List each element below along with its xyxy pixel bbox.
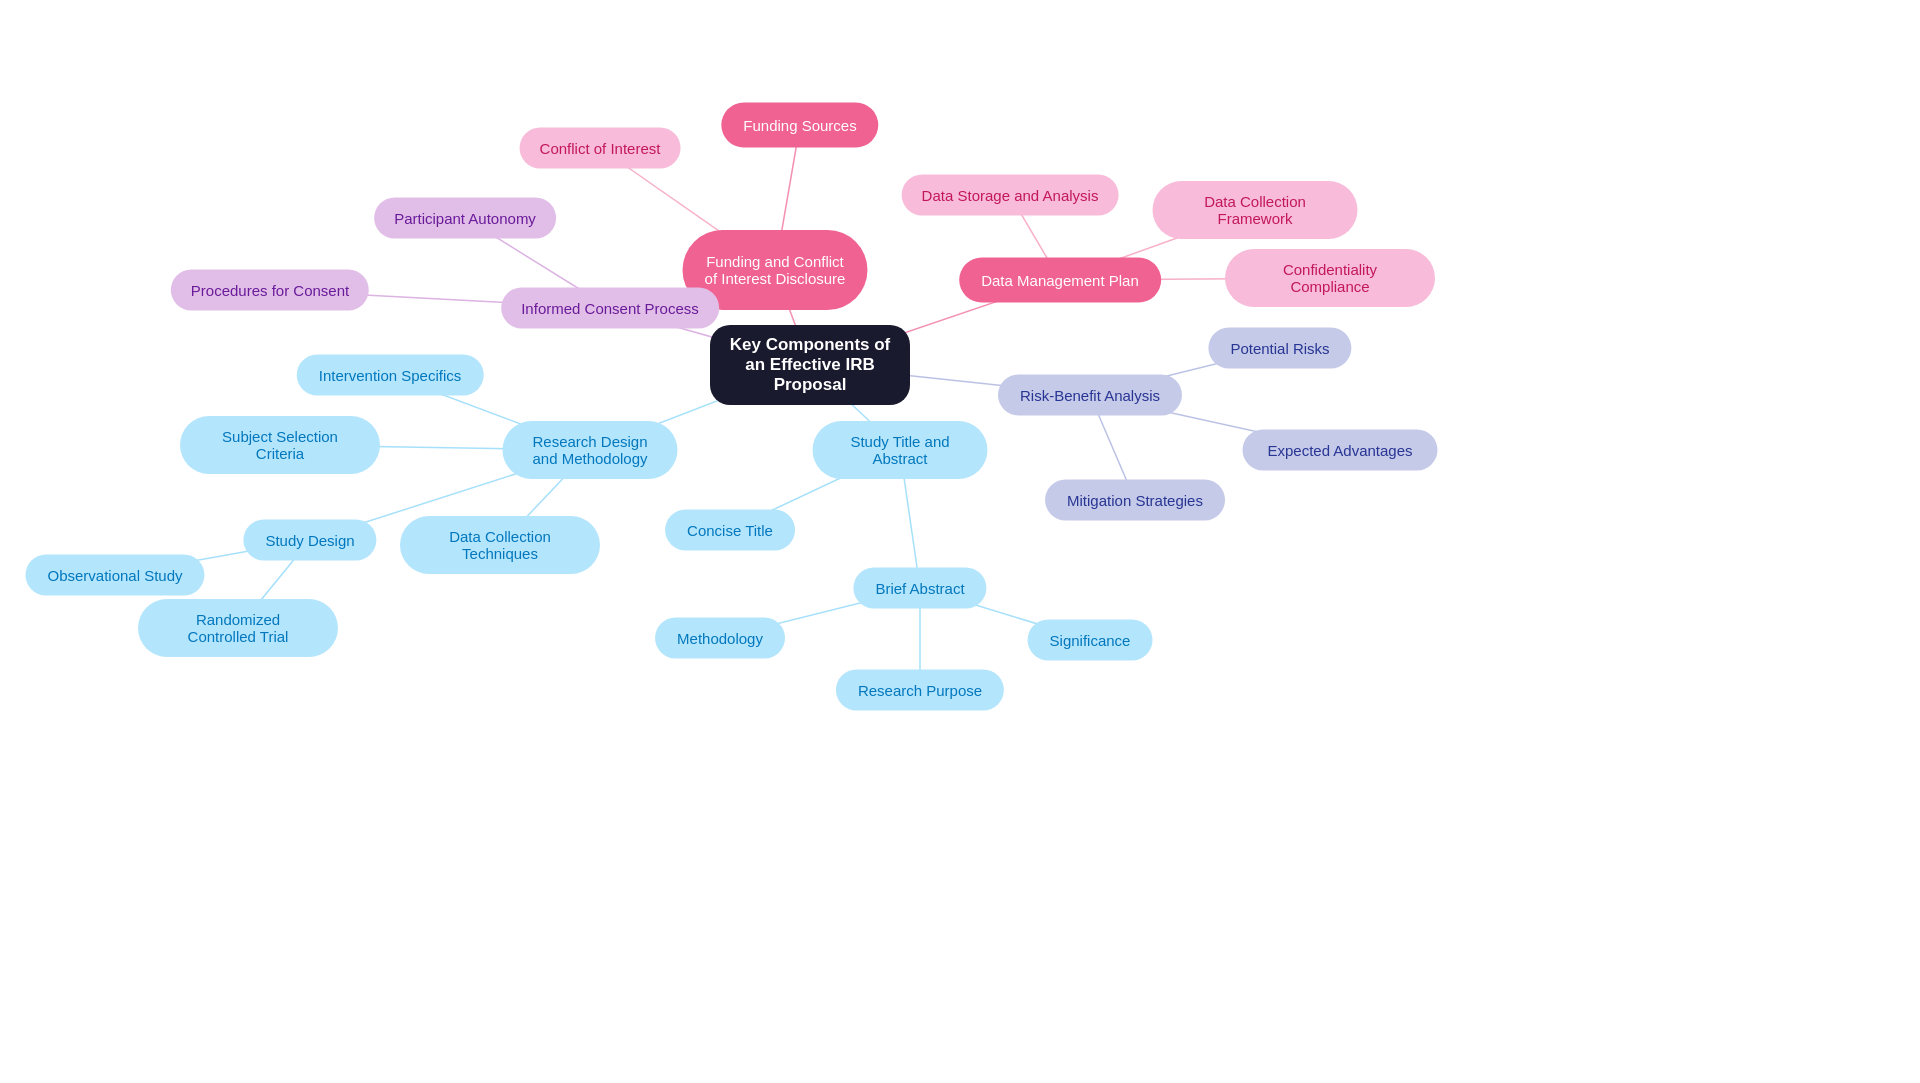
node-data_management: Data Management Plan	[959, 258, 1161, 303]
node-risk_benefit: Risk-Benefit Analysis	[998, 375, 1182, 416]
node-methodology: Methodology	[655, 618, 785, 659]
node-research_purpose: Research Purpose	[836, 670, 1004, 711]
node-conflict_of_interest: Conflict of Interest	[520, 128, 681, 169]
node-potential_risks: Potential Risks	[1208, 328, 1351, 369]
node-mitigation_strategies: Mitigation Strategies	[1045, 480, 1225, 521]
node-subject_selection: Subject Selection Criteria	[180, 416, 380, 474]
node-procedures_consent: Procedures for Consent	[171, 270, 369, 311]
node-expected_advantages: Expected Advantages	[1243, 430, 1438, 471]
node-study_design: Study Design	[243, 520, 376, 561]
node-study_title: Study Title and Abstract	[813, 421, 988, 479]
node-participant_autonomy: Participant Autonomy	[374, 198, 556, 239]
node-observational_study: Observational Study	[25, 555, 204, 596]
node-funding_sources: Funding Sources	[721, 103, 878, 148]
node-research_design: Research Design and Methodology	[503, 421, 678, 479]
node-significance: Significance	[1028, 620, 1153, 661]
node-center: Key Components of an Effective IRB Propo…	[710, 325, 910, 405]
node-data_collection_tech: Data Collection Techniques	[400, 516, 600, 574]
node-data_collection_fw: Data Collection Framework	[1153, 181, 1358, 239]
node-brief_abstract: Brief Abstract	[853, 568, 986, 609]
node-data_storage: Data Storage and Analysis	[902, 175, 1119, 216]
node-confidentiality: Confidentiality Compliance	[1225, 249, 1435, 307]
node-randomized_trial: Randomized Controlled Trial	[138, 599, 338, 657]
mindmap-container: Key Components of an Effective IRB Propo…	[0, 0, 1920, 1083]
node-concise_title: Concise Title	[665, 510, 795, 551]
node-intervention_specifics: Intervention Specifics	[297, 355, 484, 396]
node-informed_consent: Informed Consent Process	[501, 288, 719, 329]
